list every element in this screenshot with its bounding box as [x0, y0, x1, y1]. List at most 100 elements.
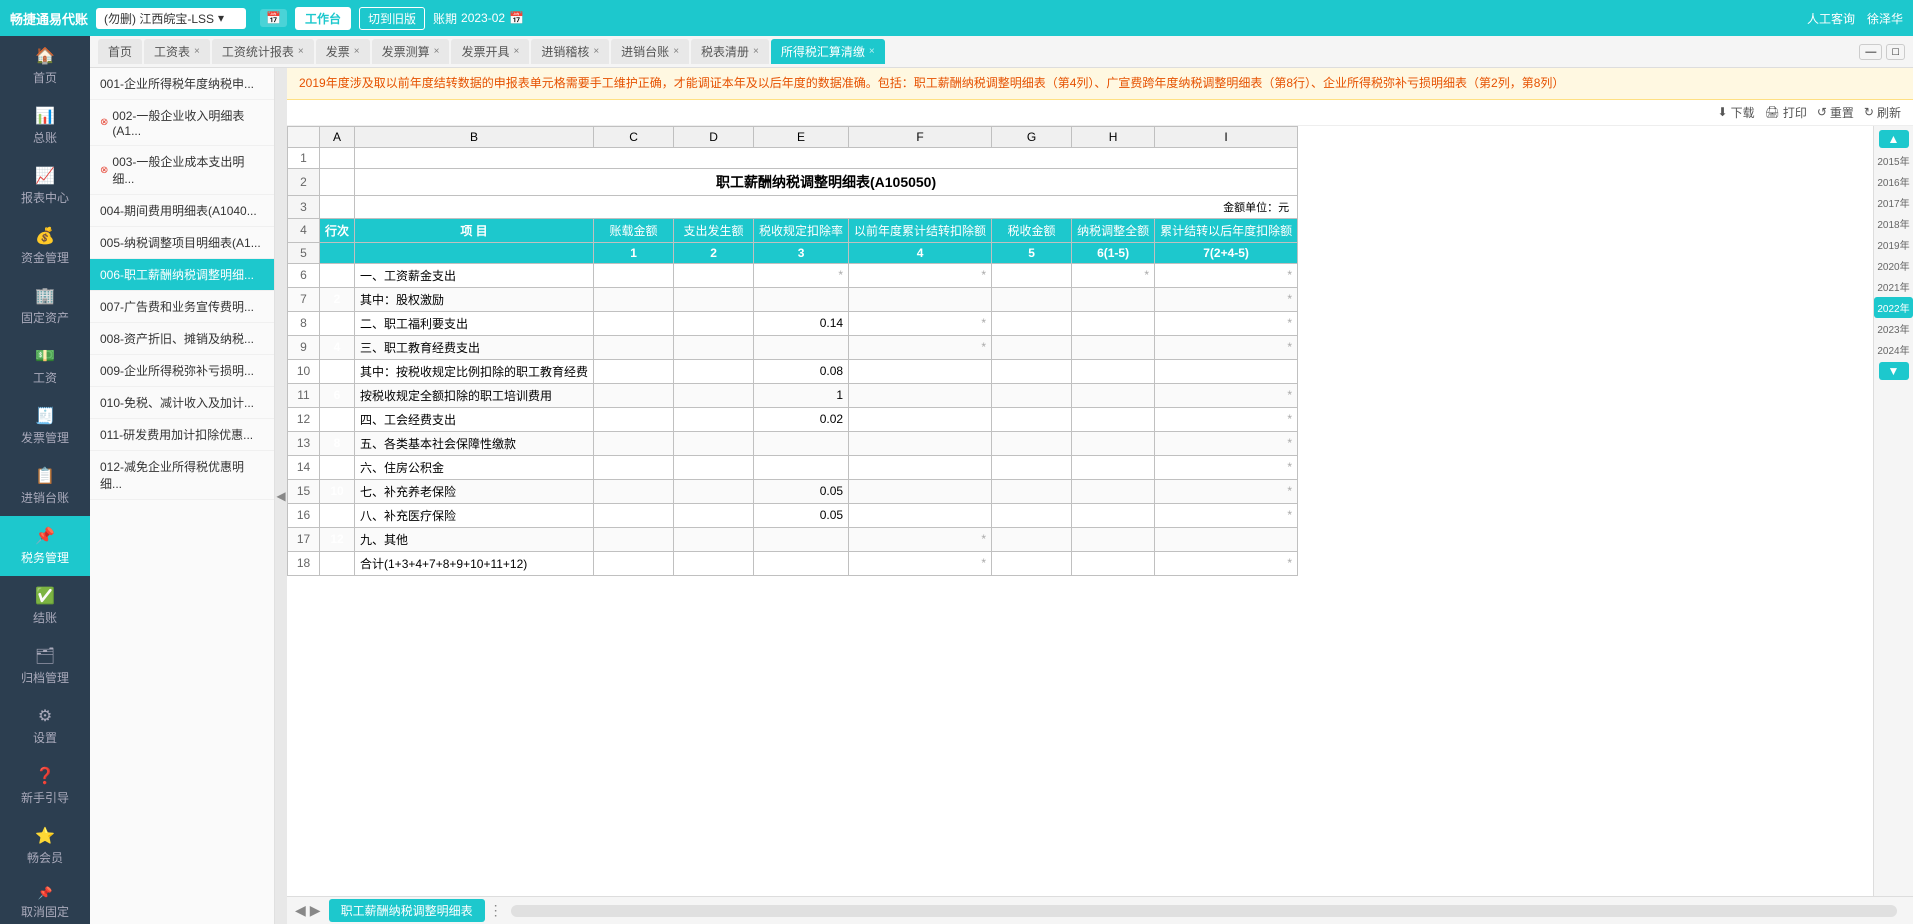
horizontal-scrollbar[interactable]	[511, 905, 1897, 917]
cell-10g[interactable]	[992, 359, 1072, 383]
refresh-button[interactable]: ↻ 刷新	[1864, 104, 1901, 121]
cell-16h[interactable]	[1072, 503, 1155, 527]
cell-15i[interactable]: *	[1155, 479, 1298, 503]
tab-tax-list[interactable]: 税表清册 ×	[691, 39, 769, 64]
sidebar-item-assets[interactable]: 🏢 固定资产	[0, 276, 90, 336]
tab-invoice-calc[interactable]: 发票测算 ×	[372, 39, 450, 64]
cell-1B[interactable]	[355, 147, 1298, 168]
item-3[interactable]: 二、职工福利要支出	[355, 311, 594, 335]
to-old-button[interactable]: 切到旧版	[359, 7, 425, 30]
reset-button[interactable]: ↺ 重置	[1817, 104, 1854, 121]
cell-9e[interactable]	[754, 335, 849, 359]
workbench-button[interactable]: 工作台	[295, 7, 351, 30]
cell-7f[interactable]	[849, 287, 992, 311]
cell-16c[interactable]	[594, 503, 674, 527]
tab-maximize-button[interactable]: □	[1886, 44, 1905, 60]
cell-6e[interactable]: *	[754, 263, 849, 287]
cell-12e[interactable]: 0.02	[754, 407, 849, 431]
tab-payroll-close[interactable]: ×	[194, 46, 200, 57]
item-8[interactable]: 五、各类基本社会保障性缴款	[355, 431, 594, 455]
tab-payroll-stats-close[interactable]: ×	[298, 46, 304, 57]
sidebar-item-close[interactable]: ✅ 结账	[0, 576, 90, 636]
cell-13g[interactable]	[992, 431, 1072, 455]
cell-16e[interactable]: 0.05	[754, 503, 849, 527]
cell-9h[interactable]	[1072, 335, 1155, 359]
cell-9c[interactable]	[594, 335, 674, 359]
cell-7g[interactable]	[992, 287, 1072, 311]
sidebar-item-archive[interactable]: 🗂 归档管理	[0, 636, 90, 696]
tab-invoice-calc-close[interactable]: ×	[434, 46, 440, 57]
cell-13e[interactable]	[754, 431, 849, 455]
cell-1A[interactable]	[320, 147, 355, 168]
sheet-options-icon[interactable]: ⋮	[489, 902, 503, 919]
cell-11e[interactable]: 1	[754, 383, 849, 407]
cell-10f[interactable]	[849, 359, 992, 383]
sidebar-item-tax[interactable]: 📌 税务管理	[0, 516, 90, 576]
list-item-003[interactable]: ⊗ 003-一般企业成本支出明细...	[90, 146, 274, 195]
cell-11h[interactable]	[1072, 383, 1155, 407]
cell-17f[interactable]: *	[849, 527, 992, 551]
list-item-011[interactable]: 011-研发费用加计扣除优惠...	[90, 419, 274, 451]
user-info[interactable]: 徐泽华	[1867, 10, 1903, 27]
list-item-010[interactable]: 010-免税、减计收入及加计...	[90, 387, 274, 419]
cell-12i[interactable]: *	[1155, 407, 1298, 431]
cell-15h[interactable]	[1072, 479, 1155, 503]
item-1[interactable]: 一、工资薪金支出	[355, 263, 594, 287]
tab-payroll-stats[interactable]: 工资统计报表 ×	[212, 39, 314, 64]
list-item-012[interactable]: 012-减免企业所得税优惠明细...	[90, 451, 274, 500]
cell-6g[interactable]	[992, 263, 1072, 287]
cell-9g[interactable]	[992, 335, 1072, 359]
tab-invoice-open[interactable]: 发票开具 ×	[451, 39, 529, 64]
year-2024[interactable]: 2024年	[1874, 339, 1913, 360]
list-item-009[interactable]: 009-企业所得税弥补亏损明...	[90, 355, 274, 387]
sidebar-item-sales[interactable]: 📋 进销台账	[0, 456, 90, 516]
list-item-005[interactable]: 005-纳税调整项目明细表(A1...	[90, 227, 274, 259]
cell-18e[interactable]	[754, 551, 849, 575]
cell-11g[interactable]	[992, 383, 1072, 407]
cell-16f[interactable]	[849, 503, 992, 527]
sheet-left-arrow[interactable]: ◀	[295, 902, 306, 919]
cell-17c[interactable]	[594, 527, 674, 551]
tab-payroll[interactable]: 工资表 ×	[144, 39, 210, 64]
cell-9d[interactable]	[674, 335, 754, 359]
cell-11f[interactable]	[849, 383, 992, 407]
cell-10e[interactable]: 0.08	[754, 359, 849, 383]
tab-sales-ledger[interactable]: 进销台账 ×	[611, 39, 689, 64]
cell-6d[interactable]	[674, 263, 754, 287]
year-2021[interactable]: 2021年	[1874, 276, 1913, 297]
cell-10i[interactable]	[1155, 359, 1298, 383]
cell-3A[interactable]	[320, 195, 355, 218]
cell-16i[interactable]: *	[1155, 503, 1298, 527]
cell-13f[interactable]	[849, 431, 992, 455]
cell-6h[interactable]: *	[1072, 263, 1155, 287]
cell-14h[interactable]	[1072, 455, 1155, 479]
tab-income-tax-close[interactable]: ×	[869, 46, 875, 57]
sidebar-item-vip[interactable]: ⭐ 畅会员	[0, 816, 90, 876]
cell-8i[interactable]: *	[1155, 311, 1298, 335]
cell-12g[interactable]	[992, 407, 1072, 431]
cell-18f[interactable]: *	[849, 551, 992, 575]
item-10[interactable]: 七、补充养老保险	[355, 479, 594, 503]
cell-17d[interactable]	[674, 527, 754, 551]
cell-13d[interactable]	[674, 431, 754, 455]
tab-tax-list-close[interactable]: ×	[753, 46, 759, 57]
cell-15g[interactable]	[992, 479, 1072, 503]
cell-18d[interactable]	[674, 551, 754, 575]
cell-13i[interactable]: *	[1155, 431, 1298, 455]
cell-14g[interactable]	[992, 455, 1072, 479]
cell-15e[interactable]: 0.05	[754, 479, 849, 503]
cell-11i[interactable]: *	[1155, 383, 1298, 407]
cell-14d[interactable]	[674, 455, 754, 479]
cell-18g[interactable]	[992, 551, 1072, 575]
sidebar-item-salary[interactable]: 💵 工资	[0, 336, 90, 396]
year-2017[interactable]: 2017年	[1874, 192, 1913, 213]
sheet-right-arrow[interactable]: ▶	[310, 902, 321, 919]
list-item-001[interactable]: 001-企业所得税年度纳税申...	[90, 68, 274, 100]
tab-audit-close[interactable]: ×	[593, 46, 599, 57]
item-13[interactable]: 合计(1+3+4+7+8+9+10+11+12)	[355, 551, 594, 575]
cell-15c[interactable]	[594, 479, 674, 503]
panel-collapse-handle[interactable]: ◀	[275, 68, 287, 924]
cell-17g[interactable]	[992, 527, 1072, 551]
sidebar-item-home[interactable]: 🏠 首页	[0, 36, 90, 96]
print-button[interactable]: 🖨 打印	[1765, 104, 1807, 121]
